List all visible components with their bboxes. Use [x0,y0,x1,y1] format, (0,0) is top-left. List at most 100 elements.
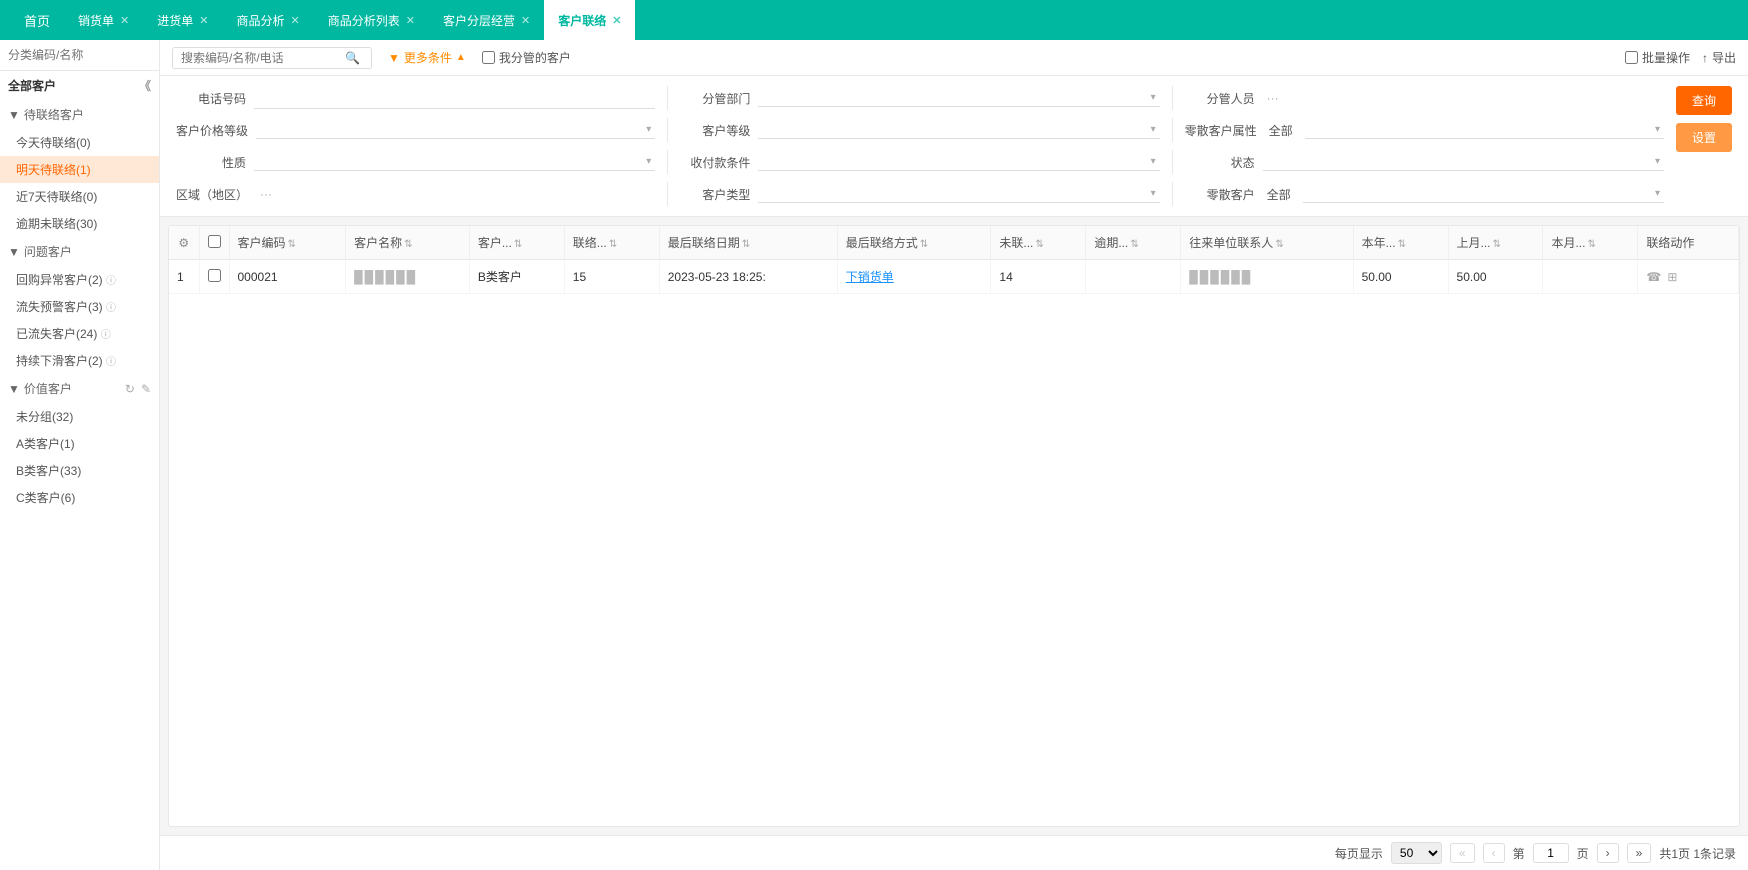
filter-phone-input[interactable] [254,88,655,109]
my-customers-filter[interactable]: 我分管的客户 [482,49,571,66]
gear-icon[interactable]: ⚙ [178,236,189,250]
sidebar-item-classC[interactable]: C类客户(6) [0,484,159,511]
page-size-select[interactable]: 50 100 200 [1391,842,1442,864]
col-this-month[interactable]: 本月...⇅ [1543,226,1638,260]
nav-product-analysis[interactable]: 商品分析✕ [222,0,313,40]
filter-scatter-select[interactable]: ▾ [1303,185,1664,203]
row-unit-contact: ██████ [1181,260,1353,294]
page-input[interactable] [1533,843,1569,863]
sidebar-item-today[interactable]: 今天待联络(0) [0,129,159,156]
nav-product-analysis-list[interactable]: 商品分析列表✕ [314,0,429,40]
filter-customer-type-label: 客户类型 [680,186,750,203]
toolbar-search-input[interactable] [181,51,341,65]
col-contacts[interactable]: 联络...⇅ [564,226,659,260]
table-row: 1 000021 ██████ B类客户 15 2023-05-23 18:25… [169,260,1739,294]
filter-price-level-select[interactable]: ▾ [256,121,655,139]
col-unit-contact[interactable]: 往来单位联系人⇅ [1181,226,1353,260]
sidebar-item-repurchase[interactable]: 回购异常客户(2) ⓘ [0,266,159,293]
query-btn[interactable]: 查询 [1676,86,1732,115]
nav-customer-segment-close[interactable]: ✕ [521,14,530,27]
select-all-checkbox[interactable] [208,235,221,248]
total-label: 共1页 1条记录 [1659,845,1736,862]
nav-purchase-close[interactable]: ✕ [199,14,208,27]
export-btn[interactable]: ↑ 导出 [1702,49,1736,66]
filter-region: 区域（地区） ··· [176,186,655,203]
col-type[interactable]: 客户...⇅ [469,226,564,260]
value-refresh-icon[interactable]: ↻ [125,382,135,396]
filter-status-select[interactable]: ▾ [1263,153,1664,171]
batch-checkbox[interactable] [1625,51,1638,64]
filter-nature: 性质 ▾ [176,153,655,171]
settings-btn[interactable]: 设置 [1676,123,1732,152]
nav-product-analysis-close[interactable]: ✕ [291,14,300,27]
sidebar-item-churned[interactable]: 已流失客户(24) ⓘ [0,320,159,347]
sort-this-year-icon: ⇅ [1398,239,1406,250]
sidebar-item-7days[interactable]: 近7天待联络(0) [0,183,159,210]
sidebar-item-churn-warning[interactable]: 流失预警客户(3) ⓘ [0,293,159,320]
nav-sales[interactable]: 销货单✕ [64,0,143,40]
filter-region-dots[interactable]: ··· [256,187,276,201]
col-name[interactable]: 客户名称⇅ [346,226,470,260]
value-edit-icon[interactable]: ✎ [141,382,151,396]
row-checkbox[interactable] [208,269,221,282]
filter-customer-type-select[interactable]: ▾ [758,185,1159,203]
sidebar: 🔍 全部客户 《 ▼待联络客户 今天待联络(0) 明天待联络(1) 近7天待联络… [0,40,160,870]
first-page-btn[interactable]: « [1450,843,1475,863]
toolbar-search-icon[interactable]: 🔍 [345,51,360,65]
filter-dept-select[interactable]: ▾ [758,89,1159,107]
page-label: 第 [1513,845,1525,862]
filter-scatter-attr-select[interactable]: ▾ [1305,121,1664,139]
last-method-link[interactable]: 下销货单 [846,270,894,284]
sidebar-item-tomorrow[interactable]: 明天待联络(1) [0,156,159,183]
more-filter-btn[interactable]: ▼ 更多条件 ▲ [382,46,472,69]
col-overdue[interactable]: 逾期...⇅ [1086,226,1181,260]
sidebar-item-ungrouped[interactable]: 未分组(32) [0,403,159,430]
filter-nature-select[interactable]: ▾ [254,153,655,171]
col-last-month[interactable]: 上月...⇅ [1448,226,1543,260]
filter-payment-select[interactable]: ▾ [758,153,1159,171]
col-gear[interactable]: ⚙ [169,226,199,260]
nav-customer-contact-close[interactable]: ✕ [612,14,621,27]
col-code[interactable]: 客户编码⇅ [229,226,346,260]
last-page-btn[interactable]: » [1627,843,1652,863]
batch-operation-btn[interactable]: 批量操作 [1625,49,1690,66]
next-page-btn[interactable]: › [1597,843,1619,863]
col-this-year[interactable]: 本年...⇅ [1353,226,1448,260]
prev-page-btn[interactable]: ‹ [1483,843,1505,863]
col-last-date[interactable]: 最后联络日期⇅ [659,226,837,260]
row-checkbox-cell[interactable] [199,260,229,294]
nav-sales-close[interactable]: ✕ [120,14,129,27]
sort-name-icon: ⇅ [404,239,412,250]
nav-customer-contact[interactable]: 客户联络✕ [544,0,635,40]
nav-product-analysis-list-close[interactable]: ✕ [406,14,415,27]
filter-customer-level-select[interactable]: ▾ [758,121,1159,139]
sidebar-item-declining[interactable]: 持续下滑客户(2) ⓘ [0,347,159,374]
my-customers-checkbox[interactable] [482,51,495,64]
export-icon: ↑ [1702,51,1708,65]
nav-home[interactable]: 首页 [10,0,64,40]
action-grid-icon[interactable]: ⊞ [1667,270,1677,284]
sort-last-method-icon: ⇅ [920,239,928,250]
row-last-method[interactable]: 下销货单 [837,260,991,294]
sort-type-icon: ⇅ [514,239,522,250]
col-last-method[interactable]: 最后联络方式⇅ [837,226,991,260]
toolbar-right: 批量操作 ↑ 导出 [1625,49,1736,66]
action-phone-icon[interactable]: ☎ [1646,270,1661,284]
sidebar-search-input[interactable] [8,48,160,62]
filter-person-dots[interactable]: ··· [1263,91,1283,105]
filter-price-level: 客户价格等级 ▾ [176,121,655,139]
sidebar-item-overdue[interactable]: 逾期未联络(30) [0,210,159,237]
filter-scatter-attr: 零散客户属性 全部 ▾ [1185,121,1664,139]
col-checkbox[interactable] [199,226,229,260]
sidebar-item-classA[interactable]: A类客户(1) [0,430,159,457]
sidebar-all-customers[interactable]: 全部客户 《 [0,71,159,100]
filter-customer-level-label: 客户等级 [680,122,750,139]
nav-purchase[interactable]: 进货单✕ [143,0,222,40]
filter-icon: ▼ [388,51,400,65]
nav-customer-segment[interactable]: 客户分层经营✕ [429,0,544,40]
more-filter-label: 更多条件 [404,49,452,66]
my-customers-label: 我分管的客户 [499,49,571,66]
sidebar-item-classB[interactable]: B类客户(33) [0,457,159,484]
filter-dept: 分管部门 ▾ [680,89,1159,107]
col-uncontacted[interactable]: 未联...⇅ [991,226,1086,260]
